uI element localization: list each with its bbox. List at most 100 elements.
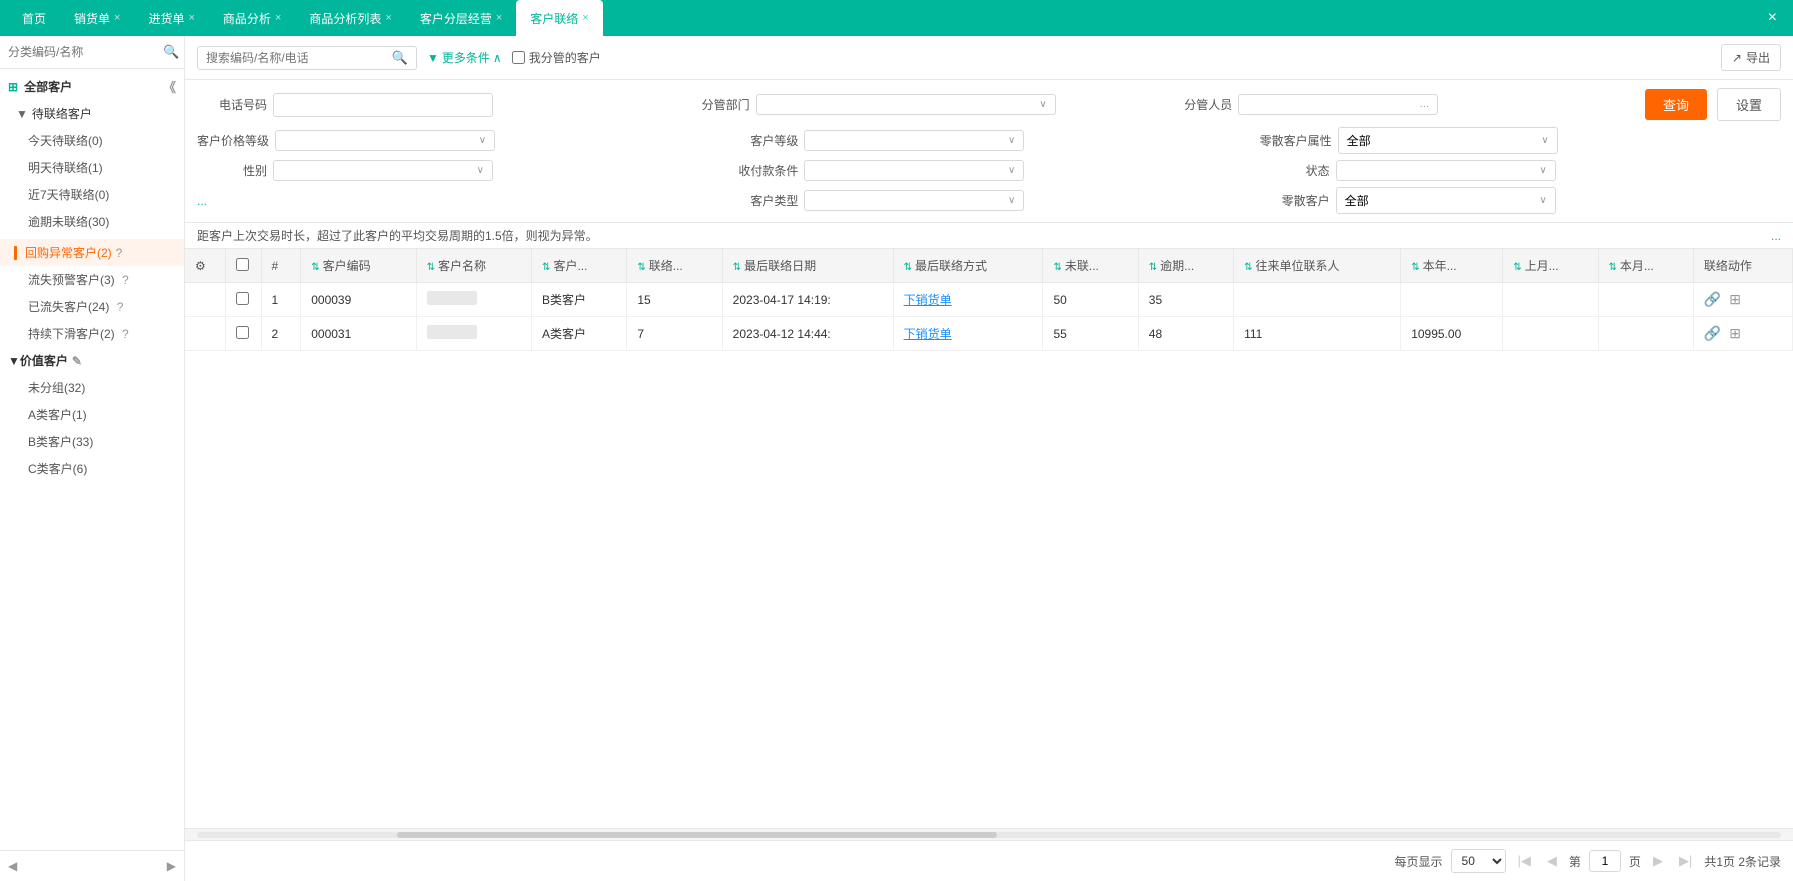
- export-button[interactable]: ↗ 导出: [1721, 44, 1781, 71]
- filter-row-3: 性别 ∨ 收付款条件 ∨ 状态: [197, 160, 1781, 181]
- search-input[interactable]: [206, 51, 392, 65]
- nav-product-analysis-list[interactable]: 商品分析列表 ×: [295, 0, 405, 36]
- th-type: ⇅客户...: [532, 249, 627, 283]
- sidebar-group-pending: ▼ 待联络客户 今天待联络(0) 明天待联络(1) 近7天待联络(0) 逾期未联…: [0, 100, 184, 239]
- action-link-icon-1[interactable]: 🔗: [1704, 291, 1721, 308]
- td-this-year-2: 10995.00: [1401, 317, 1503, 351]
- sidebar-item-repurchase-anomaly[interactable]: 回购异常客户(2) ?: [0, 239, 184, 266]
- tooltip-more-button[interactable]: ...: [1771, 229, 1781, 243]
- next-page-button[interactable]: ▶: [1649, 853, 1667, 869]
- nav-product-list-close[interactable]: ×: [385, 12, 391, 24]
- retail-attr-select[interactable]: 全部 ∨: [1338, 127, 1558, 154]
- sidebar-item-ungroup[interactable]: 未分组(32): [0, 374, 184, 401]
- dept-label: 分管部门: [680, 96, 750, 113]
- th-code: ⇅客户编码: [301, 249, 416, 283]
- action-grid-icon-2[interactable]: ⊞: [1729, 325, 1741, 342]
- name-blur-1: [427, 291, 477, 305]
- nav-sales[interactable]: 销货单 ×: [60, 0, 134, 36]
- help-icon-repurchase[interactable]: ?: [116, 246, 123, 260]
- td-this-month-1: [1598, 283, 1693, 317]
- customer-type-select[interactable]: ∨: [804, 190, 1024, 211]
- my-customers-checkbox-wrap: 我分管的客户: [512, 49, 601, 66]
- sidebar-item-tomorrow[interactable]: 明天待联络(1): [0, 154, 184, 181]
- phone-input[interactable]: [273, 93, 493, 117]
- window-close-button[interactable]: ×: [1760, 9, 1785, 27]
- nav-product-analysis[interactable]: 商品分析 ×: [209, 0, 295, 36]
- sidebar-prev-icon[interactable]: ◀: [8, 859, 17, 873]
- action-link-icon-2[interactable]: 🔗: [1704, 325, 1721, 342]
- main-layout: 🔍 ⊞ 全部客户 《 ▼ 待联络客户 今天待联络(0) 明天待联络(1) 近7天…: [0, 36, 1793, 881]
- my-customers-checkbox[interactable]: [512, 51, 525, 64]
- page-number-input[interactable]: [1589, 850, 1621, 872]
- action-grid-icon-1[interactable]: ⊞: [1729, 291, 1741, 308]
- sidebar-item-7days[interactable]: 近7天待联络(0): [0, 181, 184, 208]
- nav-sales-close[interactable]: ×: [114, 12, 120, 24]
- gender-select[interactable]: ∨: [273, 160, 493, 181]
- sidebar-value-group-header[interactable]: ▼ 价值客户 ✎: [0, 347, 184, 374]
- nav-customer-layers-close[interactable]: ×: [496, 12, 502, 24]
- retail-customer-select[interactable]: 全部 ∨: [1336, 187, 1556, 214]
- last-page-button[interactable]: ▶|: [1675, 853, 1696, 869]
- nav-customer-layers[interactable]: 客户分层经营 ×: [406, 0, 516, 36]
- sidebar-search-input[interactable]: [8, 45, 163, 59]
- col-sort-no-contact-icon: ⇅: [1053, 262, 1061, 273]
- nav-product-analysis-close[interactable]: ×: [275, 12, 281, 24]
- set-button[interactable]: 设置: [1717, 88, 1781, 121]
- per-page-select[interactable]: 50 20 100: [1451, 849, 1506, 873]
- th-this-month: ⇅本月...: [1598, 249, 1693, 283]
- first-page-button[interactable]: |◀: [1514, 853, 1535, 869]
- customer-level-arrow: ∨: [1008, 135, 1015, 146]
- sidebar-item-today[interactable]: 今天待联络(0): [0, 127, 184, 154]
- last-method-link-2[interactable]: 下销货单: [904, 327, 952, 341]
- help-icon-churned[interactable]: ?: [117, 300, 124, 314]
- sidebar-collapse-btn[interactable]: 《: [163, 77, 176, 96]
- sidebar-group-pending-header[interactable]: ▼ 待联络客户: [0, 100, 184, 127]
- row1-checkbox[interactable]: [236, 292, 249, 305]
- col-sort-this-month-icon: ⇅: [1609, 262, 1617, 273]
- nav-home[interactable]: 首页: [8, 0, 60, 36]
- select-all-checkbox[interactable]: [236, 258, 249, 271]
- scrollbar-thumb[interactable]: [397, 832, 997, 838]
- help-icon-churn-warning[interactable]: ?: [122, 273, 129, 287]
- settings-icon[interactable]: ⚙: [195, 259, 206, 273]
- manager-select[interactable]: …: [1238, 94, 1438, 115]
- sidebar-item-churned[interactable]: 已流失客户(24) ?: [0, 293, 184, 320]
- col-sort-code-icon: ⇅: [311, 262, 319, 273]
- search-icon[interactable]: 🔍: [392, 50, 408, 66]
- nav-purchase-close[interactable]: ×: [188, 12, 194, 24]
- sidebar-item-declining[interactable]: 持续下滑客户(2) ?: [0, 320, 184, 347]
- price-level-select[interactable]: ∨: [275, 130, 495, 151]
- more-label[interactable]: ...: [197, 194, 207, 208]
- sidebar-item-c-class[interactable]: C类客户(6): [0, 455, 184, 482]
- name-blur-2: [427, 325, 477, 339]
- sidebar-next-icon[interactable]: ▶: [167, 859, 176, 873]
- edit-icon[interactable]: ✎: [72, 354, 82, 368]
- th-last-method: ⇅最后联络方式: [893, 249, 1043, 283]
- nav-purchase[interactable]: 进货单 ×: [134, 0, 208, 36]
- query-button[interactable]: 查询: [1645, 89, 1707, 120]
- dept-select[interactable]: ∨: [756, 94, 1056, 115]
- page-label: 第: [1569, 853, 1581, 870]
- sidebar-item-a-class[interactable]: A类客户(1): [0, 401, 184, 428]
- horizontal-scrollbar[interactable]: [185, 828, 1793, 840]
- sidebar-item-churn-warning[interactable]: 流失预警客户(3) ?: [0, 266, 184, 293]
- sidebar-search-icon[interactable]: 🔍: [163, 44, 179, 60]
- dept-arrow-icon: ∨: [1039, 99, 1046, 110]
- last-method-link-1[interactable]: 下销货单: [904, 293, 952, 307]
- help-icon-declining[interactable]: ?: [122, 327, 129, 341]
- row2-checkbox[interactable]: [236, 326, 249, 339]
- nav-customer-contact[interactable]: 客户联络 ×: [516, 0, 602, 36]
- more-conditions-button[interactable]: ▼ 更多条件 ∧: [427, 49, 502, 66]
- sidebar-item-b-class[interactable]: B类客户(33): [0, 428, 184, 455]
- prev-page-button[interactable]: ◀: [1543, 853, 1561, 869]
- sidebar-item-overdue[interactable]: 逾期未联络(30): [0, 208, 184, 235]
- customer-type-arrow: ∨: [1008, 195, 1015, 206]
- col-sort-contact-count-icon: ⇅: [637, 262, 645, 273]
- customer-level-select[interactable]: ∨: [804, 130, 1024, 151]
- nav-customer-contact-close[interactable]: ×: [582, 12, 588, 24]
- sidebar-all-customers[interactable]: ⊞ 全部客户 《: [0, 69, 184, 100]
- filter-phone: 电话号码: [197, 93, 670, 117]
- active-indicator: [14, 246, 17, 260]
- status-select[interactable]: ∨: [1336, 160, 1556, 181]
- payment-select[interactable]: ∨: [804, 160, 1024, 181]
